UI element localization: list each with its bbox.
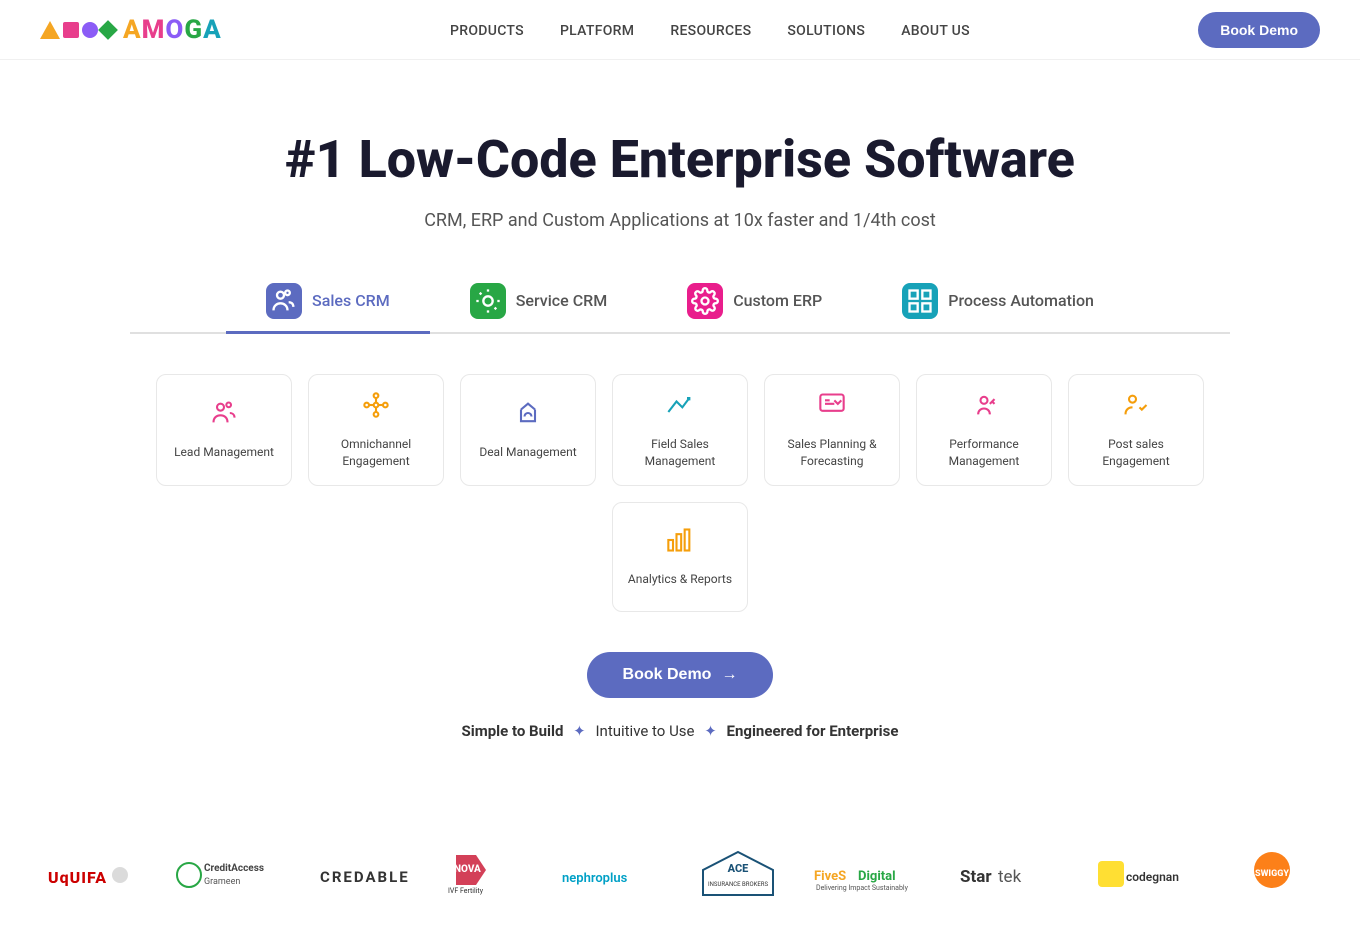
logo-nephroplus: nephroplus [562,860,662,890]
tab-custom-erp[interactable]: Custom ERP [647,271,862,334]
lead-management-icon [210,399,238,434]
performance-management-icon [970,391,998,426]
product-tabs: Sales CRM Service CRM Custom ERP [130,271,1230,334]
svg-text:Star: Star [960,867,992,887]
logo-shapes [40,21,115,39]
tab-process-automation-icon [902,283,938,319]
tagline: Simple to Build ✦ Intuitive to Use ✦ Eng… [40,722,1320,740]
tab-service-crm-icon [470,283,506,319]
field-sales-label: Field Sales Management [623,436,737,470]
logo-startek: Star tek [960,860,1060,890]
feature-sales-planning[interactable]: Sales Planning & Forecasting [764,374,900,487]
svg-text:FiveS: FiveS [814,869,846,884]
client-logos: UqUIFA CreditAccess Grameen CREDABLE NOV… [0,820,1360,950]
svg-text:ACE: ACE [728,862,749,875]
nav-solutions[interactable]: SOLUTIONS [787,23,865,39]
tab-sales-crm-icon [266,283,302,319]
logo-nova: NOVA IVF Fertility [446,850,526,900]
tagline-star1: ✦ [573,722,586,740]
logo-fives: FiveS Digital Delivering Impact Sustaina… [814,858,924,893]
post-sales-icon [1122,391,1150,426]
svg-text:Digital: Digital [858,869,896,884]
nav-products[interactable]: PRODUCTS [450,23,524,39]
logo-diamond-shape [98,20,118,40]
nav-links: PRODUCTS PLATFORM RESOURCES SOLUTIONS AB… [450,20,970,39]
logo-triangle-shape [40,21,60,39]
svg-text:SWIGGY: SWIGGY [1255,869,1289,879]
tagline-part2: Intuitive to Use [595,722,694,740]
main-book-demo-button[interactable]: Book Demo → [587,652,774,698]
feature-performance-management[interactable]: Performance Management [916,374,1052,487]
svg-text:CreditAccess: CreditAccess [204,863,264,874]
svg-text:NOVA: NOVA [454,864,481,875]
logo-swiggy: SWIGGY [1232,850,1312,900]
hero-subheading: CRM, ERP and Custom Applications at 10x … [40,210,1320,231]
svg-text:UqUIFA: UqUIFA [48,868,107,887]
svg-text:nephroplus: nephroplus [562,871,628,886]
feature-post-sales[interactable]: Post sales Engagement [1068,374,1204,487]
tagline-part3: Engineered for Enterprise [727,722,899,740]
tagline-star2: ✦ [704,722,717,740]
feature-cards: Lead Management Omnichannel Engagement [80,374,1280,613]
logo: AMOGA [40,15,222,45]
svg-text:IVF Fertility: IVF Fertility [448,887,484,895]
deal-management-icon [514,399,542,434]
logo-credable: CREDABLE [320,860,410,890]
navbar: AMOGA PRODUCTS PLATFORM RESOURCES SOLUTI… [0,0,1360,60]
hero-section: #1 Low-Code Enterprise Software CRM, ERP… [0,60,1360,820]
analytics-label: Analytics & Reports [628,571,732,588]
logo-circle-shape [82,22,98,38]
feature-deal-management[interactable]: Deal Management [460,374,596,487]
post-sales-label: Post sales Engagement [1079,436,1193,470]
arrow-icon: → [721,666,737,684]
nav-platform[interactable]: PLATFORM [560,23,634,39]
logo-uquifa: UqUIFA [48,857,138,893]
feature-analytics[interactable]: Analytics & Reports [612,502,748,612]
tagline-part1: Simple to Build [462,722,564,740]
svg-text:INSURANCE BROKERS: INSURANCE BROKERS [708,881,768,888]
nav-book-demo-button[interactable]: Book Demo [1198,12,1320,48]
tab-custom-erp-icon [687,283,723,319]
omnichannel-icon [362,391,390,426]
book-demo-label: Book Demo [623,666,712,684]
logo-square-shape [63,22,79,38]
feature-field-sales[interactable]: Field Sales Management [612,374,748,487]
cta-section: Book Demo → [40,652,1320,698]
logo-ace: ACE INSURANCE BROKERS [698,850,778,900]
field-sales-icon [666,391,694,426]
tab-process-automation-label: Process Automation [948,291,1094,310]
svg-text:Delivering Impact Sustainably: Delivering Impact Sustainably [816,884,909,892]
tab-service-crm[interactable]: Service CRM [430,271,647,334]
sales-planning-label: Sales Planning & Forecasting [775,436,889,470]
svg-text:tek: tek [998,867,1022,887]
analytics-icon [666,526,694,561]
sales-planning-icon [818,391,846,426]
tab-custom-erp-label: Custom ERP [733,291,822,310]
logo-codegnan: codegnan [1096,857,1196,893]
feature-omnichannel[interactable]: Omnichannel Engagement [308,374,444,487]
tab-sales-crm-label: Sales CRM [312,291,390,310]
tab-service-crm-label: Service CRM [516,291,607,310]
nav-about-us[interactable]: ABOUT US [901,23,970,39]
tab-sales-crm[interactable]: Sales CRM [226,271,430,334]
nav-resources[interactable]: RESOURCES [670,23,751,39]
deal-management-label: Deal Management [479,444,576,461]
lead-management-label: Lead Management [174,444,274,461]
omnichannel-label: Omnichannel Engagement [319,436,433,470]
svg-text:Grameen: Grameen [204,877,240,887]
performance-management-label: Performance Management [927,436,1041,470]
hero-heading: #1 Low-Code Enterprise Software [40,130,1320,190]
feature-lead-management[interactable]: Lead Management [156,374,292,487]
logo-text: AMOGA [123,15,222,45]
svg-text:CREDABLE: CREDABLE [320,868,410,886]
svg-text:codegnan: codegnan [1126,870,1179,884]
logo-creditaccess: CreditAccess Grameen [174,855,284,895]
tab-process-automation[interactable]: Process Automation [862,271,1134,334]
